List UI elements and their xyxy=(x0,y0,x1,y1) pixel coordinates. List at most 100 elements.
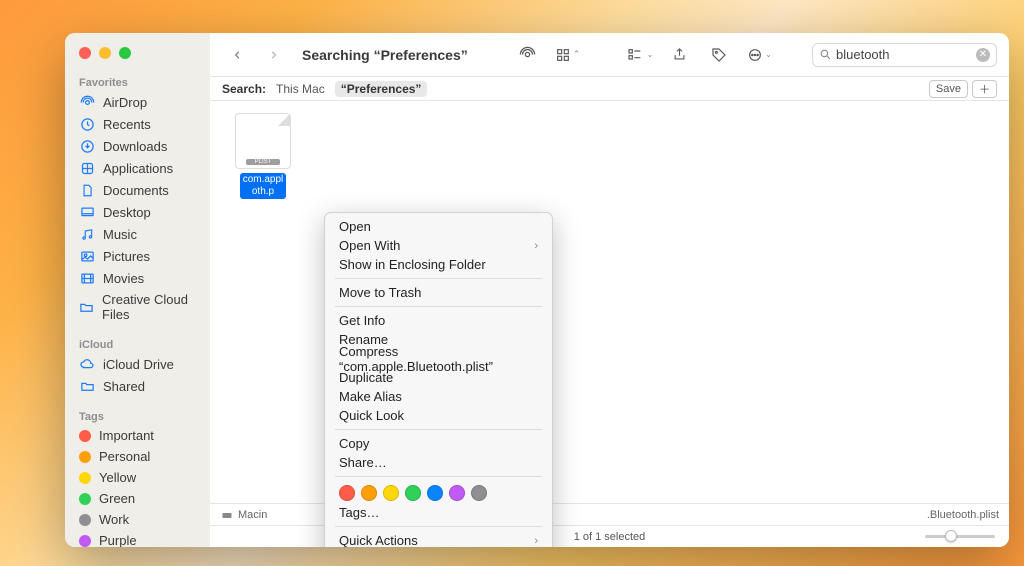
sidebar-item-label: Music xyxy=(103,227,137,242)
tag-dot-icon xyxy=(79,430,91,442)
sidebar-item-label: Desktop xyxy=(103,205,151,220)
sidebar-item-icloud-drive[interactable]: iCloud Drive xyxy=(65,353,210,375)
sidebar-item-label: Yellow xyxy=(99,470,136,485)
sidebar-item-label: iCloud Drive xyxy=(103,357,174,372)
sidebar-item-pictures[interactable]: Pictures xyxy=(65,245,210,267)
icon-size-slider[interactable] xyxy=(925,532,995,540)
sidebar-tag[interactable]: Work xyxy=(65,509,210,530)
file-item[interactable]: PLIST com.apploth.p xyxy=(228,113,298,199)
file-thumbnail: PLIST xyxy=(235,113,291,169)
music-icon xyxy=(79,226,95,242)
ctx-open[interactable]: Open xyxy=(325,217,552,236)
sidebar-item-label: Purple xyxy=(99,533,137,547)
sidebar: Favorites AirDrop Recents Downloads Appl… xyxy=(65,33,210,547)
search-value: bluetooth xyxy=(836,47,890,62)
sidebar-item-label: Work xyxy=(99,512,129,527)
sidebar-tag[interactable]: Purple xyxy=(65,530,210,547)
back-button[interactable] xyxy=(222,43,252,67)
share-button[interactable] xyxy=(664,43,694,67)
search-icon xyxy=(819,48,832,61)
file-name: com.apploth.p xyxy=(240,173,287,199)
sidebar-tag[interactable]: Important xyxy=(65,425,210,446)
status-text: 1 of 1 selected xyxy=(574,531,646,543)
path-segment: Macin xyxy=(238,509,267,521)
ctx-show-enclosing[interactable]: Show in Enclosing Folder xyxy=(325,255,552,274)
ctx-share[interactable]: Share… xyxy=(325,453,552,472)
forward-button[interactable] xyxy=(258,43,288,67)
folder-icon xyxy=(79,378,95,394)
scope-this-mac[interactable]: This Mac xyxy=(276,82,325,96)
sidebar-item-shared[interactable]: Shared xyxy=(65,375,210,397)
tag-color-swatch[interactable] xyxy=(471,485,487,501)
tag-dot-icon xyxy=(79,493,91,505)
sidebar-item-label: Green xyxy=(99,491,135,506)
sidebar-item-documents[interactable]: Documents xyxy=(65,179,210,201)
tag-dot-icon xyxy=(79,472,91,484)
finder-window: Favorites AirDrop Recents Downloads Appl… xyxy=(65,33,1009,547)
context-menu: Open Open With› Show in Enclosing Folder… xyxy=(324,212,553,547)
ctx-alias[interactable]: Make Alias xyxy=(325,387,552,406)
sidebar-item-label: Recents xyxy=(103,117,151,132)
add-criteria-button[interactable]: ＋ xyxy=(972,80,997,98)
sidebar-item-label: Movies xyxy=(103,271,144,286)
view-grid-button[interactable]: ⌃ xyxy=(552,43,582,67)
ctx-copy[interactable]: Copy xyxy=(325,434,552,453)
ctx-tags[interactable]: Tags… xyxy=(325,503,552,522)
tag-color-swatch[interactable] xyxy=(405,485,421,501)
tag-dot-icon xyxy=(79,535,91,547)
window-title: Searching “Preferences” xyxy=(302,47,468,63)
save-search-button[interactable]: Save xyxy=(929,80,968,98)
sidebar-item-music[interactable]: Music xyxy=(65,223,210,245)
sidebar-item-label: Documents xyxy=(103,183,169,198)
tag-color-swatch[interactable] xyxy=(449,485,465,501)
tag-color-swatch[interactable] xyxy=(361,485,377,501)
sidebar-item-desktop[interactable]: Desktop xyxy=(65,201,210,223)
sidebar-item-label: Creative Cloud Files xyxy=(102,292,196,322)
ctx-open-with[interactable]: Open With› xyxy=(325,236,552,255)
disk-icon xyxy=(220,509,234,521)
ctx-trash[interactable]: Move to Trash xyxy=(325,283,552,302)
ctx-get-info[interactable]: Get Info xyxy=(325,311,552,330)
sidebar-section-favorites: Favorites xyxy=(65,73,210,91)
group-button[interactable]: ⌄ xyxy=(624,43,654,67)
sidebar-item-downloads[interactable]: Downloads xyxy=(65,135,210,157)
ctx-quick-look[interactable]: Quick Look xyxy=(325,406,552,425)
more-button[interactable]: ⌄ xyxy=(744,43,774,67)
sidebar-tag[interactable]: Yellow xyxy=(65,467,210,488)
ctx-quick-actions[interactable]: Quick Actions› xyxy=(325,531,552,547)
desktop-icon xyxy=(79,204,95,220)
search-field[interactable]: bluetooth ✕ xyxy=(812,43,997,67)
sidebar-item-recents[interactable]: Recents xyxy=(65,113,210,135)
clear-search-button[interactable]: ✕ xyxy=(976,48,990,62)
maximize-button[interactable] xyxy=(119,47,131,59)
tag-button[interactable] xyxy=(704,43,734,67)
document-icon xyxy=(79,182,95,198)
sidebar-item-movies[interactable]: Movies xyxy=(65,267,210,289)
sidebar-item-label: Downloads xyxy=(103,139,167,154)
apps-icon xyxy=(79,160,95,176)
ctx-compress[interactable]: Compress “com.apple.Bluetooth.plist” xyxy=(325,349,552,368)
sidebar-item-label: Personal xyxy=(99,449,150,464)
sidebar-item-label: Pictures xyxy=(103,249,150,264)
pictures-icon xyxy=(79,248,95,264)
airdrop-icon xyxy=(79,94,95,110)
sidebar-tag[interactable]: Personal xyxy=(65,446,210,467)
sidebar-item-ccf[interactable]: Creative Cloud Files xyxy=(65,289,210,325)
tag-color-swatch[interactable] xyxy=(383,485,399,501)
scope-current[interactable]: “Preferences” xyxy=(335,81,428,97)
airdrop-toolbar-icon[interactable] xyxy=(512,43,542,67)
close-button[interactable] xyxy=(79,47,91,59)
sidebar-section-icloud: iCloud xyxy=(65,335,210,353)
chevron-right-icon: › xyxy=(534,535,538,547)
sidebar-item-label: AirDrop xyxy=(103,95,147,110)
tag-color-swatch[interactable] xyxy=(427,485,443,501)
toolbar: Searching “Preferences” ⌃ ⌄ ⌄ bluetooth … xyxy=(210,33,1009,77)
tag-color-swatch[interactable] xyxy=(339,485,355,501)
clock-icon xyxy=(79,116,95,132)
sidebar-item-airdrop[interactable]: AirDrop xyxy=(65,91,210,113)
sidebar-item-applications[interactable]: Applications xyxy=(65,157,210,179)
minimize-button[interactable] xyxy=(99,47,111,59)
scope-label: Search: xyxy=(222,82,266,96)
sidebar-tag[interactable]: Green xyxy=(65,488,210,509)
sidebar-section-tags: Tags xyxy=(65,407,210,425)
